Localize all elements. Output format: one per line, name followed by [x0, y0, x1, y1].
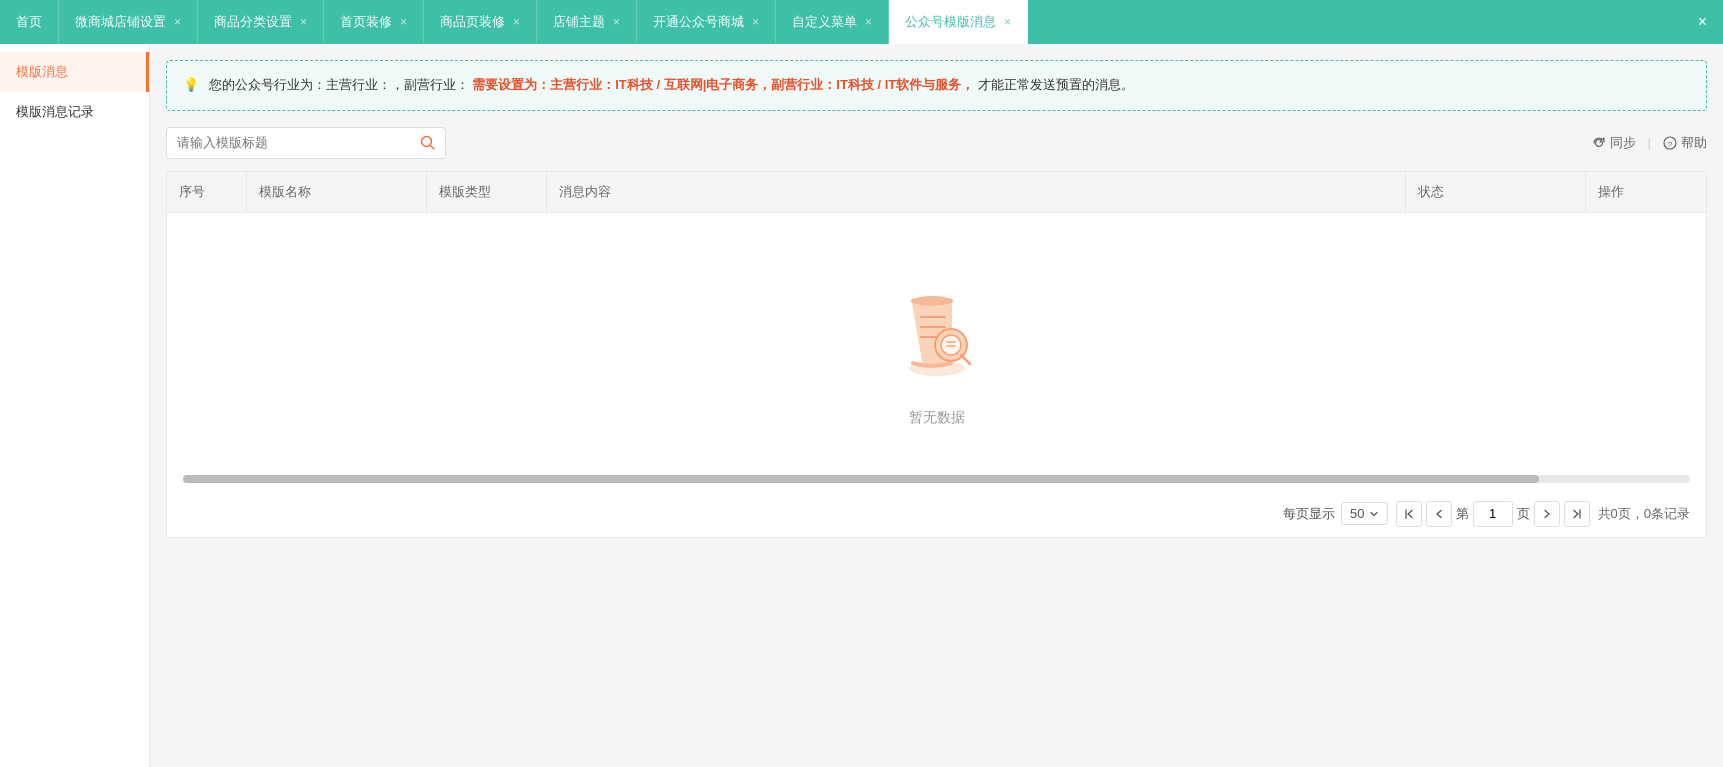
- close-open-mall[interactable]: ×: [752, 15, 759, 29]
- tab-homepage-decor[interactable]: 首页装修 ×: [324, 0, 424, 44]
- close-product-category[interactable]: ×: [300, 15, 307, 29]
- search-right-actions: 同步 | ? 帮助: [1592, 134, 1707, 152]
- close-template-message[interactable]: ×: [1004, 15, 1011, 29]
- next-page-icon: [1542, 509, 1552, 519]
- tab-weishop-settings-label: 微商城店铺设置: [75, 13, 166, 31]
- per-page-dropdown[interactable]: 50: [1341, 502, 1387, 525]
- close-product-page-decor[interactable]: ×: [513, 15, 520, 29]
- th-name: 模版名称: [247, 172, 427, 212]
- scroll-thumb: [183, 475, 1539, 483]
- th-type: 模版类型: [427, 172, 547, 212]
- svg-line-10: [961, 355, 970, 364]
- divider: |: [1648, 135, 1651, 150]
- close-weishop-settings[interactable]: ×: [174, 15, 181, 29]
- tab-store-theme[interactable]: 店铺主题 ×: [537, 0, 637, 44]
- search-button[interactable]: [409, 127, 445, 159]
- sidebar-item-template-message-log-label: 模版消息记录: [16, 104, 94, 119]
- page-navigation: 第 页: [1396, 501, 1590, 527]
- tab-weishop-settings[interactable]: 微商城店铺设置 ×: [59, 0, 198, 44]
- empty-illustration: [877, 273, 997, 393]
- sync-label: 同步: [1610, 134, 1636, 152]
- last-page-icon: [1572, 509, 1582, 519]
- next-page-button[interactable]: [1534, 501, 1560, 527]
- prev-page-button[interactable]: [1426, 501, 1452, 527]
- svg-point-9: [941, 335, 961, 355]
- tab-product-page-decor[interactable]: 商品页装修 ×: [424, 0, 537, 44]
- content-area: 💡 您的公众号行业为：主营行业：，副营行业： 需要设置为：主营行业：IT科技 /…: [150, 44, 1723, 767]
- tab-home-label: 首页: [16, 13, 42, 31]
- tab-homepage-decor-label: 首页装修: [340, 13, 392, 31]
- pagination: 每页显示 50: [167, 491, 1706, 537]
- first-page-button[interactable]: [1396, 501, 1422, 527]
- tab-home[interactable]: 首页: [0, 0, 59, 44]
- search-icon: [420, 135, 435, 150]
- notice-icon: 💡: [183, 77, 199, 92]
- page-prefix: 第: [1456, 505, 1469, 523]
- page-suffix: 页: [1517, 505, 1530, 523]
- tab-custom-menu[interactable]: 自定义菜单 ×: [776, 0, 889, 44]
- top-nav: 首页 微商城店铺设置 × 商品分类设置 × 首页装修 × 商品页装修 × 店铺主…: [0, 0, 1723, 44]
- last-page-button[interactable]: [1564, 501, 1590, 527]
- tab-product-page-decor-label: 商品页装修: [440, 13, 505, 31]
- empty-text: 暂无数据: [909, 409, 965, 427]
- close-all-tabs[interactable]: ×: [1682, 13, 1723, 31]
- tab-template-message-label: 公众号模版消息: [905, 13, 996, 31]
- horizontal-scrollbar[interactable]: [183, 475, 1690, 483]
- tab-product-category-label: 商品分类设置: [214, 13, 292, 31]
- help-label: 帮助: [1681, 134, 1707, 152]
- chevron-down-icon: [1369, 509, 1379, 519]
- per-page-label: 每页显示: [1283, 505, 1335, 523]
- table-header: 序号 模版名称 模版类型 消息内容 状态 操作: [167, 172, 1706, 213]
- search-bar: 同步 | ? 帮助: [166, 127, 1707, 159]
- svg-text:?: ?: [1668, 140, 1673, 149]
- sidebar-item-template-message-log[interactable]: 模版消息记录: [0, 92, 149, 132]
- close-custom-menu[interactable]: ×: [865, 15, 872, 29]
- notice-box: 💡 您的公众号行业为：主营行业：，副营行业： 需要设置为：主营行业：IT科技 /…: [166, 60, 1707, 111]
- notice-prefix: 您的公众号行业为：主营行业：，副营行业：: [209, 77, 469, 92]
- sidebar: 模版消息 模版消息记录: [0, 44, 150, 767]
- th-status: 状态: [1406, 172, 1586, 212]
- sync-icon: [1592, 136, 1606, 150]
- search-input-wrap: [166, 127, 446, 159]
- close-store-theme[interactable]: ×: [613, 15, 620, 29]
- help-button[interactable]: ? 帮助: [1663, 134, 1707, 152]
- tab-store-theme-label: 店铺主题: [553, 13, 605, 31]
- per-page-select: 每页显示 50: [1283, 502, 1387, 525]
- tab-custom-menu-label: 自定义菜单: [792, 13, 857, 31]
- tab-open-mall[interactable]: 开通公众号商城 ×: [637, 0, 776, 44]
- svg-line-1: [430, 146, 434, 150]
- tab-open-mall-label: 开通公众号商城: [653, 13, 744, 31]
- sidebar-item-template-message-label: 模版消息: [16, 64, 68, 79]
- main-layout: 模版消息 模版消息记录 💡 您的公众号行业为：主营行业：，副营行业： 需要设置为…: [0, 44, 1723, 767]
- tab-template-message[interactable]: 公众号模版消息 ×: [889, 0, 1028, 44]
- th-index: 序号: [167, 172, 247, 212]
- th-action: 操作: [1586, 172, 1706, 212]
- close-homepage-decor[interactable]: ×: [400, 15, 407, 29]
- notice-highlight: 需要设置为：主营行业：IT科技 / 互联网|电子商务，副营行业：IT科技 / I…: [472, 77, 974, 92]
- help-icon: ?: [1663, 136, 1677, 150]
- tab-product-category[interactable]: 商品分类设置 ×: [198, 0, 324, 44]
- total-records-text: 共0页，0条记录: [1598, 505, 1690, 523]
- th-content: 消息内容: [547, 172, 1406, 212]
- sidebar-item-template-message[interactable]: 模版消息: [0, 52, 149, 92]
- search-input[interactable]: [167, 135, 409, 150]
- first-page-icon: [1404, 509, 1414, 519]
- notice-suffix: 才能正常发送预置的消息。: [978, 77, 1134, 92]
- page-number-input[interactable]: [1473, 501, 1513, 527]
- per-page-value: 50: [1350, 506, 1364, 521]
- data-table: 序号 模版名称 模版类型 消息内容 状态 操作: [166, 171, 1707, 538]
- empty-state: 暂无数据: [167, 213, 1706, 467]
- sync-button[interactable]: 同步: [1592, 134, 1636, 152]
- prev-page-icon: [1434, 509, 1444, 519]
